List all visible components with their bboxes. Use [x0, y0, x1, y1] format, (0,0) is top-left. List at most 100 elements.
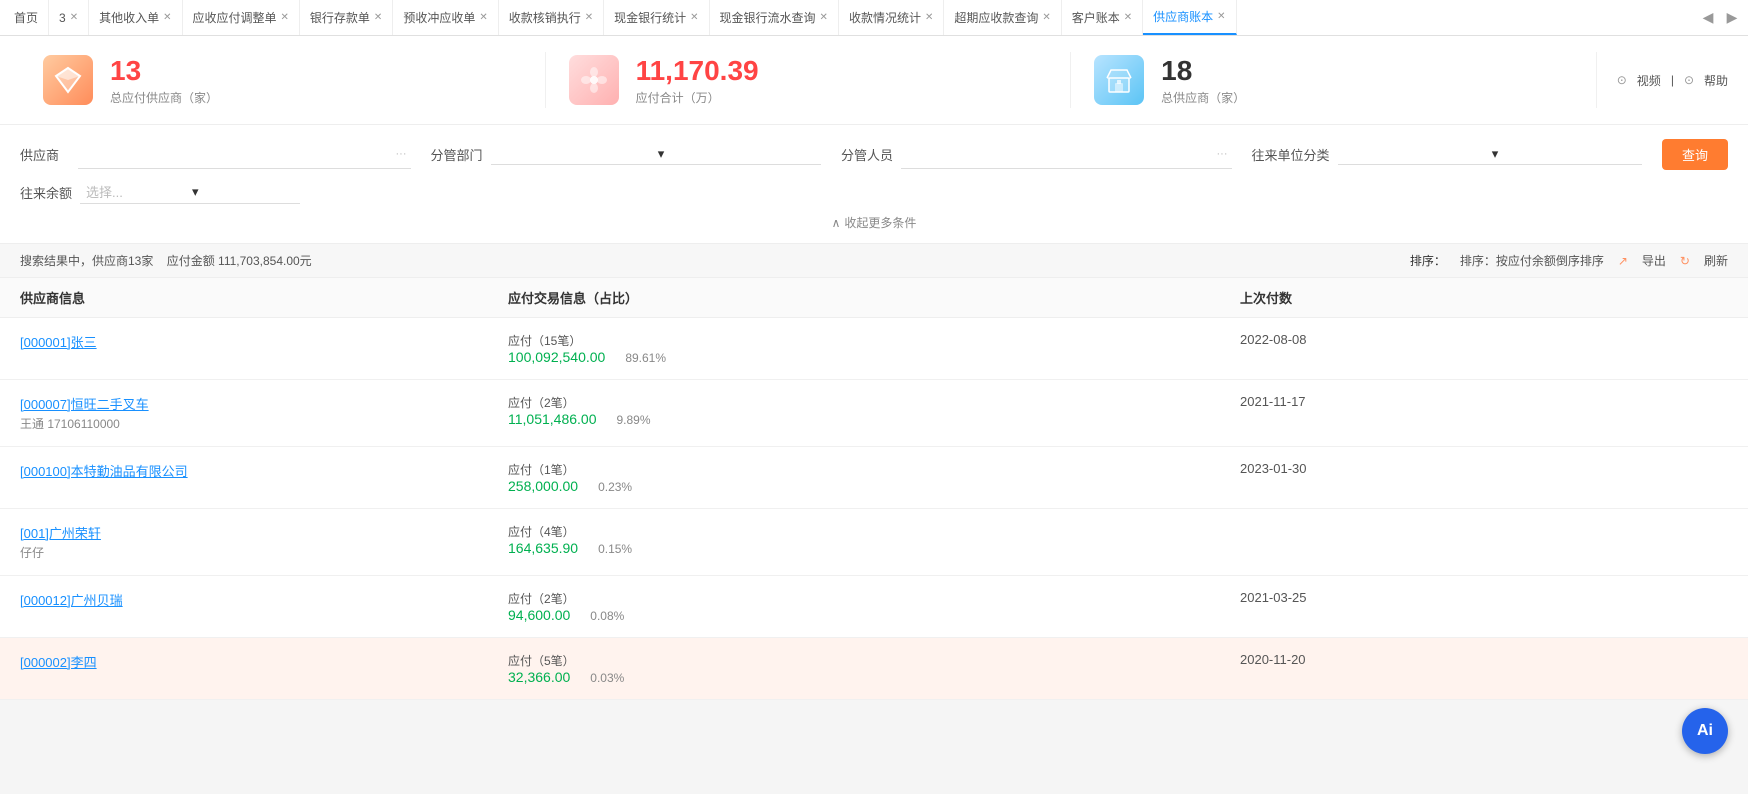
- row4-tx-amount[interactable]: 164,635.90: [508, 540, 578, 556]
- person-input[interactable]: [905, 143, 1212, 166]
- tab-cash-bank-flow-label: 现金银行流水查询: [720, 9, 816, 26]
- tab-overdue-collect[interactable]: 超期应收款查询 ✕: [944, 0, 1061, 35]
- tab-other-income-close[interactable]: ✕: [163, 12, 171, 23]
- balance-select[interactable]: 选择... ▾: [80, 180, 300, 204]
- dept-select[interactable]: ▾: [491, 144, 821, 165]
- row4-transaction-cell: 应付（4笔） 164,635.90 0.15%: [508, 523, 1240, 556]
- row2-supplier-cell: [000007]恒旺二手叉车 王通 17106110000: [20, 394, 508, 432]
- divider-1: |: [1671, 73, 1674, 87]
- payable-total-label: 应付合计（万）: [636, 89, 759, 106]
- total-suppliers-label: 总供应商（家）: [1161, 89, 1245, 106]
- tab-collect-stat-close[interactable]: ✕: [925, 12, 933, 23]
- help-link[interactable]: 帮助: [1704, 72, 1728, 89]
- table-header-row: 供应商信息 应付交易信息（占比） 上次付数: [0, 278, 1748, 318]
- sort-select[interactable]: 排序：按应付余额倒序排序: [1460, 252, 1604, 269]
- tab-bank-deposit-label: 银行存款单: [310, 9, 370, 26]
- row3-last-payment: 2023-01-30: [1240, 461, 1307, 476]
- tab-3-close[interactable]: ✕: [70, 12, 78, 23]
- tab-bank-deposit[interactable]: 银行存款单 ✕: [300, 0, 393, 35]
- person-input-wrap[interactable]: ···: [901, 141, 1231, 169]
- tab-customer-account-close[interactable]: ✕: [1124, 12, 1132, 23]
- row4-supplier-sub: 仔仔: [20, 544, 508, 561]
- collapse-filter-button[interactable]: ∧ 收起更多条件: [832, 214, 917, 231]
- tab-3[interactable]: 3 ✕: [49, 0, 89, 35]
- row6-supplier-link[interactable]: [000002]李四: [20, 655, 97, 670]
- tab-customer-account[interactable]: 客户账本 ✕: [1062, 0, 1143, 35]
- tab-collect-stat[interactable]: 收款情况统计 ✕: [839, 0, 944, 35]
- tab-advance-collect-close[interactable]: ✕: [479, 12, 487, 23]
- row2-supplier-sub: 王通 17106110000: [20, 415, 508, 432]
- row2-last-payment-cell: 2021-11-17: [1240, 394, 1728, 409]
- tab-other-income[interactable]: 其他收入单 ✕: [89, 0, 182, 35]
- tab-collect-verify-close[interactable]: ✕: [585, 12, 593, 23]
- table-body: [000001]张三 应付（15笔） 100,092,540.00 89.61%…: [0, 318, 1748, 700]
- row2-supplier-link[interactable]: [000007]恒旺二手叉车: [20, 397, 149, 412]
- row3-tx-amount[interactable]: 258,000.00: [508, 478, 578, 494]
- tab-ap-adjust-label: 应收应付调整单: [193, 9, 277, 26]
- row1-tx-amount[interactable]: 100,092,540.00: [508, 349, 605, 365]
- row4-tx-label: 应付（4笔）: [508, 523, 1240, 540]
- row1-supplier-link[interactable]: [000001]张三: [20, 335, 97, 350]
- row2-tx-amount[interactable]: 11,051,486.00: [508, 411, 597, 427]
- tab-other-income-label: 其他收入单: [99, 9, 159, 26]
- results-text1: 搜索结果中，供应商13家: [20, 254, 153, 268]
- supplier-input[interactable]: [82, 143, 392, 166]
- supplier-input-wrap[interactable]: ···: [78, 141, 411, 169]
- header-transaction: 应付交易信息（占比）: [508, 288, 1240, 307]
- row4-supplier-cell: [001]广州荣轩 仔仔: [20, 523, 508, 561]
- refresh-button[interactable]: 刷新: [1704, 252, 1728, 269]
- tab-cash-bank-flow[interactable]: 现金银行流水查询 ✕: [710, 0, 839, 35]
- diamond-icon: [40, 52, 96, 108]
- summary-text-payable-suppliers: 13 总应付供应商（家）: [110, 54, 218, 107]
- search-button[interactable]: 查询: [1662, 139, 1728, 170]
- top-navigation: 首页 3 ✕ 其他收入单 ✕ 应收应付调整单 ✕ 银行存款单 ✕ 预收冲应收单 …: [0, 0, 1748, 36]
- ai-badge[interactable]: Ai: [1682, 708, 1728, 754]
- row5-tx-amount[interactable]: 94,600.00: [508, 607, 570, 623]
- tab-customer-account-label: 客户账本: [1072, 9, 1120, 26]
- supplier-dots: ···: [396, 148, 407, 160]
- tab-supplier-account[interactable]: 供应商账本 ✕: [1143, 0, 1236, 35]
- tab-collect-verify[interactable]: 收款核销执行 ✕: [499, 0, 604, 35]
- dept-chevron-down-icon: ▾: [658, 146, 815, 162]
- row1-tx-percent: 89.61%: [625, 351, 666, 365]
- tab-cash-bank-stat-close[interactable]: ✕: [690, 12, 698, 23]
- tab-home[interactable]: 首页: [4, 0, 49, 35]
- row1-tx-label: 应付（15笔）: [508, 332, 1240, 349]
- category-select[interactable]: ▾: [1338, 144, 1642, 165]
- sort-label: 排序：: [1410, 252, 1446, 269]
- tab-cash-bank-flow-close[interactable]: ✕: [820, 12, 828, 23]
- row4-supplier-link[interactable]: [001]广州荣轩: [20, 526, 101, 541]
- export-button[interactable]: 导出: [1642, 252, 1666, 269]
- video-link[interactable]: 视频: [1637, 72, 1661, 89]
- person-label: 分管人员: [841, 145, 893, 164]
- row5-supplier-link[interactable]: [000012]广州贝瑞: [20, 593, 123, 608]
- table-row: [000002]李四 应付（5笔） 32,366.00 0.03% 2020-1…: [0, 638, 1748, 700]
- header-supplier: 供应商信息: [20, 288, 508, 307]
- filter-person: 分管人员 ···: [841, 141, 1232, 169]
- results-right-actions: 排序： 排序：按应付余额倒序排序 ↗ 导出 ↻ 刷新: [1410, 252, 1728, 269]
- summary-text-total-suppliers: 18 总供应商（家）: [1161, 54, 1245, 107]
- nav-prev-arrow[interactable]: ◀: [1696, 0, 1720, 35]
- row3-supplier-link[interactable]: [000100]本特勤油品有限公司: [20, 464, 188, 479]
- nav-next-arrow[interactable]: ▶: [1720, 0, 1744, 35]
- help-icon: ⊙: [1684, 73, 1694, 87]
- tab-supplier-account-label: 供应商账本: [1153, 8, 1213, 25]
- tab-advance-collect[interactable]: 预收冲应收单 ✕: [393, 0, 498, 35]
- tab-bank-deposit-close[interactable]: ✕: [374, 12, 382, 23]
- tab-cash-bank-stat[interactable]: 现金银行统计 ✕: [604, 0, 709, 35]
- tab-ap-adjust-close[interactable]: ✕: [281, 12, 289, 23]
- results-summary: 搜索结果中，供应商13家 应付金额 111,703,854.00元: [20, 252, 312, 269]
- row6-tx-amount[interactable]: 32,366.00: [508, 669, 570, 685]
- summary-card-total-suppliers: 18 总供应商（家）: [1071, 52, 1597, 108]
- filter-row-2: 往来余额 选择... ▾: [20, 180, 1728, 204]
- tab-ap-adjust[interactable]: 应收应付调整单 ✕: [183, 0, 300, 35]
- row3-supplier-cell: [000100]本特勤油品有限公司: [20, 461, 508, 480]
- results-bar: 搜索结果中，供应商13家 应付金额 111,703,854.00元 排序： 排序…: [0, 244, 1748, 278]
- person-dots: ···: [1217, 148, 1228, 160]
- filter-row-1: 供应商 ··· 分管部门 ▾ 分管人员 ··· 往来单位分类 ▾: [20, 139, 1728, 170]
- row5-tx-label: 应付（2笔）: [508, 590, 1240, 607]
- tab-overdue-collect-label: 超期应收款查询: [954, 9, 1038, 26]
- tab-overdue-collect-close[interactable]: ✕: [1042, 12, 1050, 23]
- tab-supplier-account-close[interactable]: ✕: [1217, 11, 1225, 22]
- collapse-icon: ∧: [832, 216, 841, 230]
